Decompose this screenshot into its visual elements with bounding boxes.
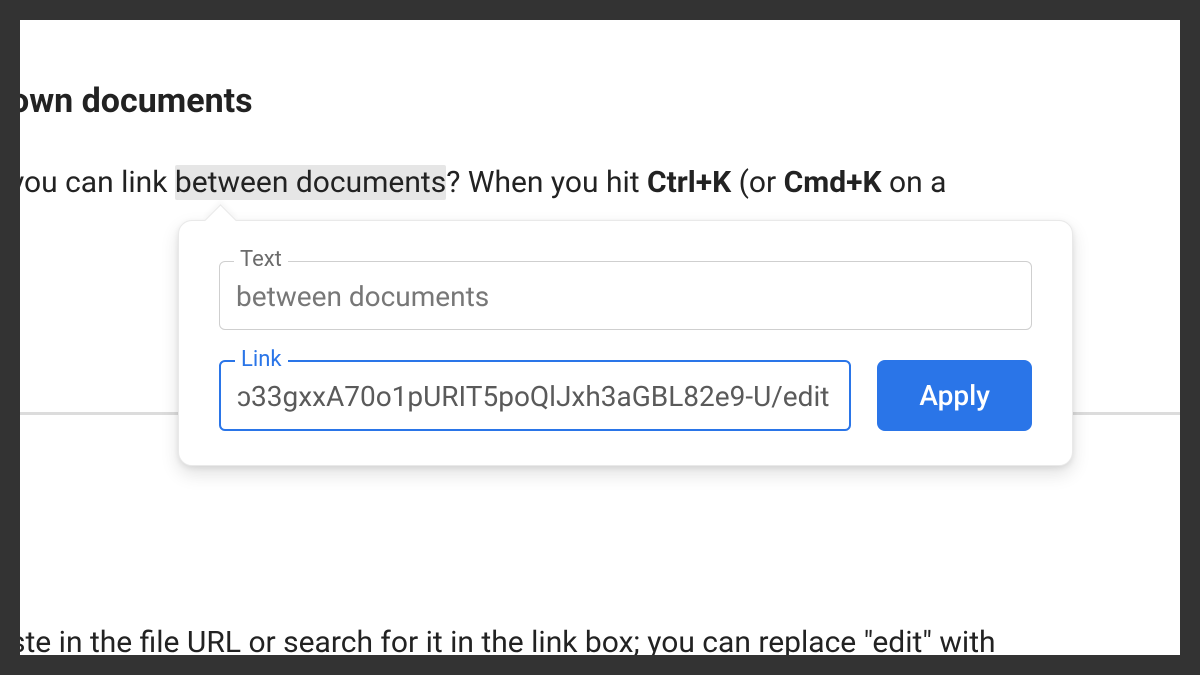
text-field[interactable]: Text xyxy=(219,261,1032,330)
link-field-label: Link xyxy=(235,347,288,372)
document-content: own documents you can link between docum… xyxy=(20,20,1180,206)
apply-button[interactable]: Apply xyxy=(877,360,1032,431)
paragraph-2: ste in the file URL or search for it in … xyxy=(20,620,1180,655)
paragraph-1: you can link between documents? When you… xyxy=(20,160,1180,207)
link-field[interactable]: Link xyxy=(219,360,851,431)
viewport-frame: own documents you can link between docum… xyxy=(20,20,1180,655)
text-fragment: ? When you hit xyxy=(446,165,647,200)
text-fragment: ste in the file URL or search for it in … xyxy=(20,620,1180,655)
heading-fragment: own documents xyxy=(20,75,1180,128)
text-fragment: you can link xyxy=(20,165,175,200)
text-fragment: on a xyxy=(882,165,947,200)
text-fragment: (or xyxy=(731,165,783,200)
link-input[interactable] xyxy=(221,362,849,429)
text-input[interactable] xyxy=(220,262,1031,329)
keyboard-shortcut: Ctrl+K xyxy=(647,165,731,200)
selected-text[interactable]: between documents xyxy=(175,165,446,200)
link-editor-popover: Text Link Apply xyxy=(178,220,1073,466)
keyboard-shortcut: Cmd+K xyxy=(784,165,882,200)
text-field-label: Text xyxy=(234,247,288,272)
